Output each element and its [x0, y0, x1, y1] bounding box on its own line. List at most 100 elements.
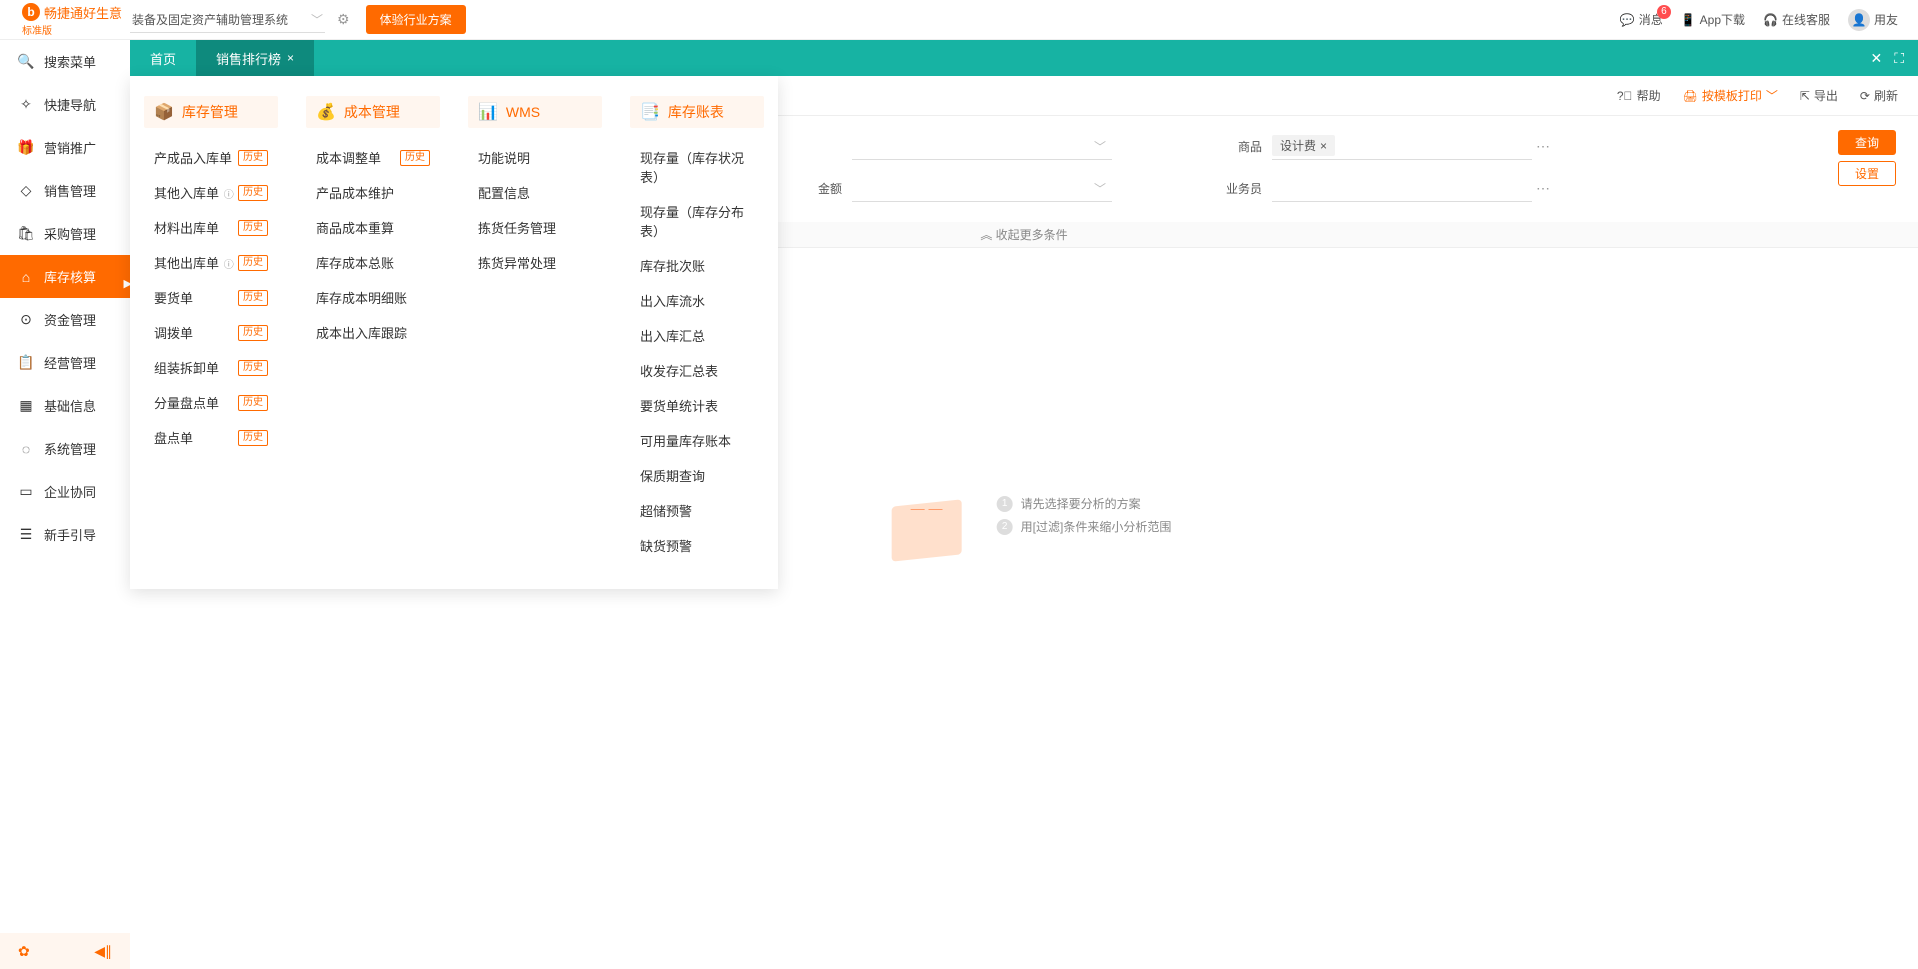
history-tag[interactable]: 历史 — [238, 325, 268, 341]
mega-item[interactable]: 盘点单历史 — [144, 420, 278, 455]
logo-sub: 标准版 — [22, 22, 52, 37]
mega-item[interactable]: 配置信息 — [468, 175, 602, 210]
mega-item[interactable]: 成本调整单历史 — [306, 140, 440, 175]
sidebar-item-icon: 🎁 — [18, 140, 34, 156]
mega-item[interactable]: 其他入库单 ⓘ历史 — [144, 175, 278, 210]
mega-item[interactable]: 库存成本总账 — [306, 245, 440, 280]
mega-item[interactable]: 要货单统计表 — [630, 388, 764, 423]
mega-item[interactable]: 要货单历史 — [144, 280, 278, 315]
help-icon: ?⃝ — [1617, 89, 1633, 103]
mega-item[interactable]: 超储预警 — [630, 493, 764, 528]
sidebar-item-5[interactable]: ⌂库存核算▶ — [0, 255, 130, 298]
system-dropdown[interactable]: 装备及固定资产辅助管理系统 ﹀ — [130, 7, 325, 33]
query-button[interactable]: 查询 — [1838, 130, 1896, 155]
sidebar-item-6[interactable]: ⊙资金管理 — [0, 298, 130, 341]
mega-item[interactable]: 拣货任务管理 — [468, 210, 602, 245]
mega-item[interactable]: 出入库汇总 — [630, 318, 764, 353]
mega-item[interactable]: 功能说明 — [468, 140, 602, 175]
sidebar-item-3[interactable]: ◇销售管理 — [0, 169, 130, 212]
product-tag[interactable]: 设计费 × — [1272, 135, 1335, 156]
settings-button[interactable]: 设置 — [1838, 161, 1896, 186]
mega-item-label: 库存成本总账 — [316, 253, 394, 272]
mega-item[interactable]: 库存批次账 — [630, 248, 764, 283]
history-tag[interactable]: 历史 — [238, 290, 268, 306]
sidebar-item-7[interactable]: 📋经营管理 — [0, 341, 130, 384]
help-icon: ⓘ — [221, 190, 234, 201]
app-download-button[interactable]: 📱 App下载 — [1681, 11, 1745, 28]
mega-item[interactable]: 现存量（库存分布表） — [630, 194, 764, 248]
more-options-icon[interactable]: ⋯ — [1536, 180, 1550, 197]
industry-plan-button[interactable]: 体验行业方案 — [366, 5, 466, 34]
mega-item-label: 要货单统计表 — [640, 396, 718, 415]
filter-input-amount2[interactable] — [852, 174, 1112, 202]
mega-item[interactable]: 材料出库单历史 — [144, 210, 278, 245]
mega-item[interactable]: 组装拆卸单历史 — [144, 350, 278, 385]
mega-item[interactable]: 收发存汇总表 — [630, 353, 764, 388]
close-tab-icon[interactable]: × — [287, 51, 294, 65]
sidebar-item-8[interactable]: ▦基础信息 — [0, 384, 130, 427]
filter-input-staff[interactable] — [1272, 174, 1532, 202]
mega-item-label: 功能说明 — [478, 148, 530, 167]
mega-header-text: WMS — [506, 104, 540, 120]
fullscreen-icon[interactable]: ⛶ — [1894, 50, 1904, 67]
mega-item-label: 库存成本明细账 — [316, 288, 407, 307]
mega-item[interactable]: 拣货异常处理 — [468, 245, 602, 280]
sidebar-item-10[interactable]: ▭企业协同 — [0, 470, 130, 513]
mega-item[interactable]: 可用量库存账本 — [630, 423, 764, 458]
history-tag[interactable]: 历史 — [238, 395, 268, 411]
sidebar-item-icon: ◇ — [18, 183, 34, 199]
mega-item[interactable]: 调拨单历史 — [144, 315, 278, 350]
logo[interactable]: b 畅捷通好生意 标准版 — [20, 3, 130, 37]
history-tag[interactable]: 历史 — [238, 430, 268, 446]
sidebar-item-label: 营销推广 — [44, 138, 96, 157]
remove-tag-icon[interactable]: × — [1320, 139, 1327, 153]
messages-button[interactable]: 💬 消息 6 — [1620, 11, 1663, 28]
sidebar-item-icon: ☰ — [18, 527, 34, 543]
settings-icon[interactable]: ✿ — [18, 943, 30, 960]
online-service-button[interactable]: 🎧 在线客服 — [1763, 11, 1830, 28]
mega-item[interactable]: 产品成本维护 — [306, 175, 440, 210]
sidebar-item-2[interactable]: 🎁 营销推广 — [0, 126, 130, 169]
mega-item-label: 收发存汇总表 — [640, 361, 718, 380]
sidebar-footer: ✿ ◀∥ — [0, 933, 130, 969]
help-button[interactable]: ?⃝ 帮助 — [1617, 87, 1661, 104]
sidebar-item-4[interactable]: 🛍采购管理 — [0, 212, 130, 255]
filter-input-product[interactable]: 设计费 × — [1272, 132, 1532, 160]
filter-input-amount1[interactable] — [852, 132, 1112, 160]
gear-icon[interactable]: ⚙ — [337, 11, 350, 28]
mega-item[interactable]: 其他出库单 ⓘ历史 — [144, 245, 278, 280]
mega-item[interactable]: 缺货预警 — [630, 528, 764, 563]
tab-1[interactable]: 销售排行榜× — [196, 40, 314, 76]
mega-item[interactable]: 分量盘点单历史 — [144, 385, 278, 420]
more-options-icon[interactable]: ⋯ — [1536, 138, 1550, 155]
history-tag[interactable]: 历史 — [238, 220, 268, 236]
mega-header-icon: 📊 — [478, 102, 498, 122]
user-menu[interactable]: 👤 用友 — [1848, 9, 1898, 31]
sidebar-item-icon: ⊙ — [18, 312, 34, 328]
mega-item-label: 拣货异常处理 — [478, 253, 556, 272]
mega-item[interactable]: 出入库流水 — [630, 283, 764, 318]
sidebar-item-9[interactable]: ◌系统管理 — [0, 427, 130, 470]
tab-0[interactable]: 首页 — [130, 40, 196, 76]
mega-header-icon: 📦 — [154, 102, 174, 122]
sidebar-item-11[interactable]: ☰新手引导 — [0, 513, 130, 556]
history-tag[interactable]: 历史 — [238, 150, 268, 166]
mega-item[interactable]: 成本出入库跟踪 — [306, 315, 440, 350]
phone-icon: 📱 — [1681, 13, 1696, 27]
history-tag[interactable]: 历史 — [238, 360, 268, 376]
history-tag[interactable]: 历史 — [400, 150, 430, 166]
sidebar-item-1[interactable]: ✧快捷导航 — [0, 83, 130, 126]
history-tag[interactable]: 历史 — [238, 255, 268, 271]
close-all-tabs-icon[interactable]: ✕ — [1870, 50, 1882, 67]
mega-item[interactable]: 保质期查询 — [630, 458, 764, 493]
collapse-sidebar-icon[interactable]: ◀∥ — [94, 943, 112, 960]
mega-item[interactable]: 库存成本明细账 — [306, 280, 440, 315]
export-button[interactable]: ⇱ 导出 — [1800, 87, 1838, 104]
history-tag[interactable]: 历史 — [238, 185, 268, 201]
sidebar-item-0[interactable]: 🔍搜索菜单 — [0, 40, 130, 83]
refresh-button[interactable]: ⟳ 刷新 — [1860, 87, 1898, 104]
mega-item[interactable]: 现存量（库存状况表） — [630, 140, 764, 194]
print-template-button[interactable]: 🖨 按模板打印 ﹀ — [1683, 87, 1778, 104]
mega-item[interactable]: 产成品入库单历史 — [144, 140, 278, 175]
mega-item[interactable]: 商品成本重算 — [306, 210, 440, 245]
